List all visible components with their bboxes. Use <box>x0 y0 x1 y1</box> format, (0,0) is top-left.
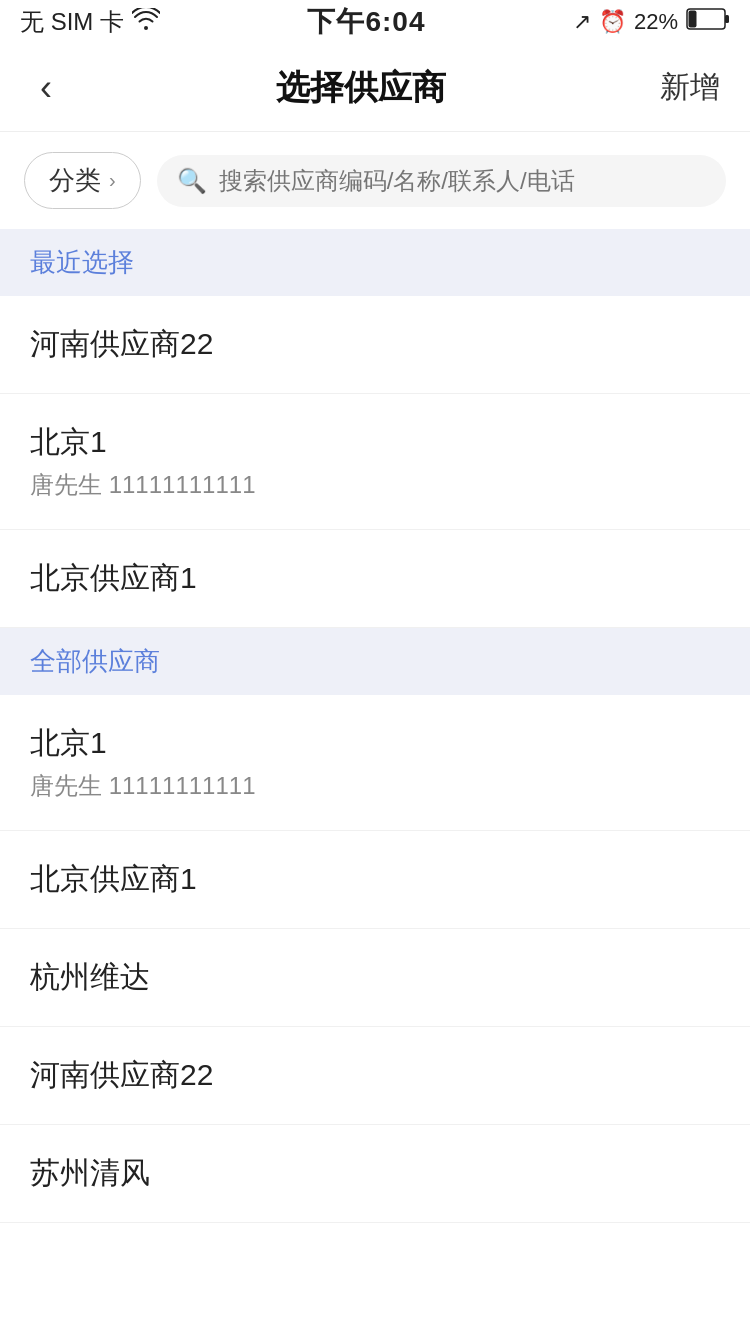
list-item[interactable]: 苏州清风 <box>0 1125 750 1223</box>
search-icon: 🔍 <box>177 167 207 195</box>
no-sim-label: 无 SIM 卡 <box>20 6 124 38</box>
battery-label: 22% <box>634 9 678 35</box>
list-item[interactable]: 北京供应商1 <box>0 530 750 628</box>
item-name: 北京供应商1 <box>30 558 720 599</box>
nav-bar: ‹ 选择供应商 新增 <box>0 44 750 132</box>
item-sub: 唐先生 11111111111 <box>30 770 720 802</box>
list-item[interactable]: 北京供应商1 <box>0 831 750 929</box>
item-name: 北京1 <box>30 422 720 463</box>
status-left: 无 SIM 卡 <box>20 6 160 38</box>
search-input-wrap: 🔍 <box>157 155 726 207</box>
wifi-icon <box>132 8 160 36</box>
recent-items-list: 河南供应商22 北京1 唐先生 11111111111 北京供应商1 <box>0 296 750 628</box>
chevron-right-icon: › <box>109 169 116 192</box>
svg-rect-1 <box>725 15 729 23</box>
location-icon: ↗ <box>573 9 591 35</box>
list-item[interactable]: 河南供应商22 <box>0 296 750 394</box>
add-button[interactable]: 新增 <box>660 67 720 108</box>
item-name: 北京供应商1 <box>30 859 720 900</box>
item-name: 北京1 <box>30 723 720 764</box>
search-area: 分类 › 🔍 <box>0 132 750 229</box>
alarm-icon: ⏰ <box>599 9 626 35</box>
status-bar: 无 SIM 卡 下午6:04 ↗ ⏰ 22% <box>0 0 750 44</box>
recent-section-header: 最近选择 <box>0 229 750 296</box>
search-input[interactable] <box>219 167 706 195</box>
item-name: 河南供应商22 <box>30 1055 720 1096</box>
list-item[interactable]: 河南供应商22 <box>0 1027 750 1125</box>
status-time: 下午6:04 <box>307 3 425 41</box>
status-right: ↗ ⏰ 22% <box>573 8 730 36</box>
svg-rect-2 <box>688 11 696 28</box>
list-item[interactable]: 北京1 唐先生 11111111111 <box>0 695 750 831</box>
page-title: 选择供应商 <box>276 65 446 111</box>
item-sub: 唐先生 11111111111 <box>30 469 720 501</box>
item-name: 河南供应商22 <box>30 324 720 365</box>
list-item[interactable]: 北京1 唐先生 11111111111 <box>0 394 750 530</box>
list-item[interactable]: 杭州维达 <box>0 929 750 1027</box>
all-section-header: 全部供应商 <box>0 628 750 695</box>
recent-section-label: 最近选择 <box>30 247 134 277</box>
category-label: 分类 <box>49 163 101 198</box>
all-items-list: 北京1 唐先生 11111111111 北京供应商1 杭州维达 河南供应商22 … <box>0 695 750 1223</box>
back-button[interactable]: ‹ <box>30 57 62 119</box>
item-name: 苏州清风 <box>30 1153 720 1194</box>
category-button[interactable]: 分类 › <box>24 152 141 209</box>
all-section-label: 全部供应商 <box>30 646 160 676</box>
battery-icon <box>686 8 730 36</box>
item-name: 杭州维达 <box>30 957 720 998</box>
